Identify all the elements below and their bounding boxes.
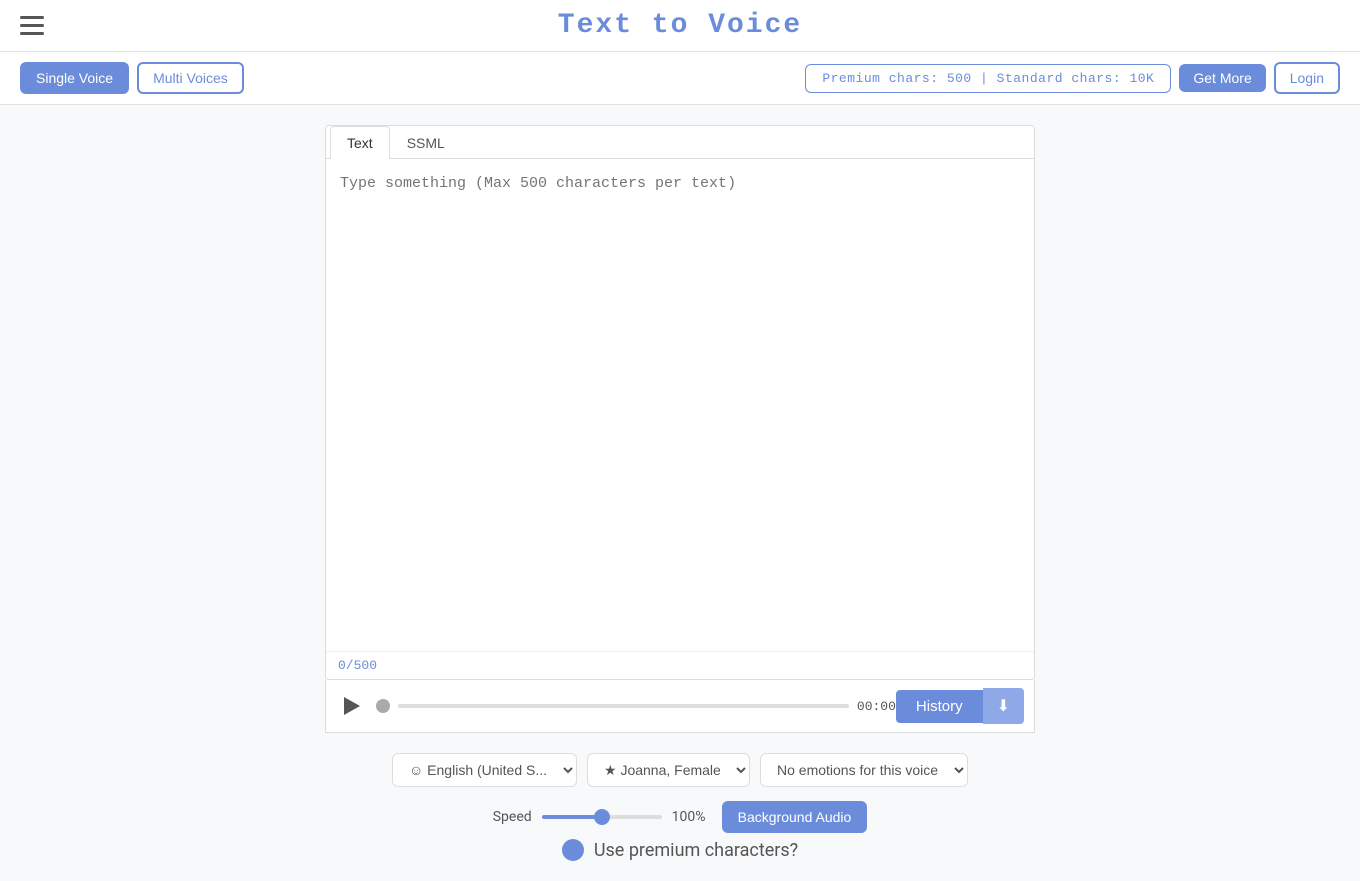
page-title: Text to Voice [558, 10, 802, 41]
voice-settings: ☺ English (United S... ★ Joanna, Female … [325, 753, 1035, 833]
tab-text[interactable]: Text [330, 126, 390, 159]
main-content: Text SSML 0/500 00:00 History ⬇ ☺ Englis… [0, 105, 1360, 881]
download-button[interactable]: ⬇ [983, 688, 1024, 724]
tab-ssml[interactable]: SSML [390, 126, 462, 159]
voice-row: ☺ English (United S... ★ Joanna, Female … [392, 753, 968, 787]
emotion-select[interactable]: No emotions for this voice [760, 753, 968, 787]
single-voice-button[interactable]: Single Voice [20, 62, 129, 94]
textarea-wrapper [326, 159, 1034, 651]
text-input[interactable] [330, 163, 1030, 643]
download-icon: ⬇ [997, 696, 1010, 716]
toolbar: Single Voice Multi Voices Premium chars:… [0, 52, 1360, 105]
tabs: Text SSML [326, 126, 1034, 159]
chars-info: Premium chars: 500 | Standard chars: 10K [805, 64, 1171, 93]
editor-container: Text SSML 0/500 [325, 125, 1035, 680]
speed-row: Speed 100% Background Audio [493, 801, 868, 833]
premium-text: Use premium characters? [594, 840, 798, 861]
background-audio-button[interactable]: Background Audio [722, 801, 868, 833]
time-display: 00:00 [857, 699, 896, 714]
premium-toggle[interactable] [562, 839, 584, 861]
header: Text to Voice [0, 0, 1360, 52]
history-button[interactable]: History [896, 690, 983, 723]
progress-dot [376, 699, 390, 713]
play-button[interactable] [336, 693, 368, 719]
speed-label: Speed [493, 809, 532, 825]
login-button[interactable]: Login [1274, 62, 1340, 94]
multi-voices-button[interactable]: Multi Voices [137, 62, 244, 94]
progress-container [368, 699, 857, 713]
premium-row: Use premium characters? [562, 839, 798, 861]
speed-percent: 100% [672, 809, 712, 825]
voice-select[interactable]: ★ Joanna, Female [587, 753, 750, 787]
speed-slider[interactable] [542, 815, 662, 819]
get-more-button[interactable]: Get More [1179, 64, 1265, 92]
char-count: 0/500 [326, 651, 1034, 679]
audio-controls: 00:00 History ⬇ [325, 680, 1035, 733]
language-select[interactable]: ☺ English (United S... [392, 753, 577, 787]
menu-icon[interactable] [20, 16, 44, 35]
play-icon [344, 697, 360, 715]
progress-track[interactable] [398, 704, 849, 708]
